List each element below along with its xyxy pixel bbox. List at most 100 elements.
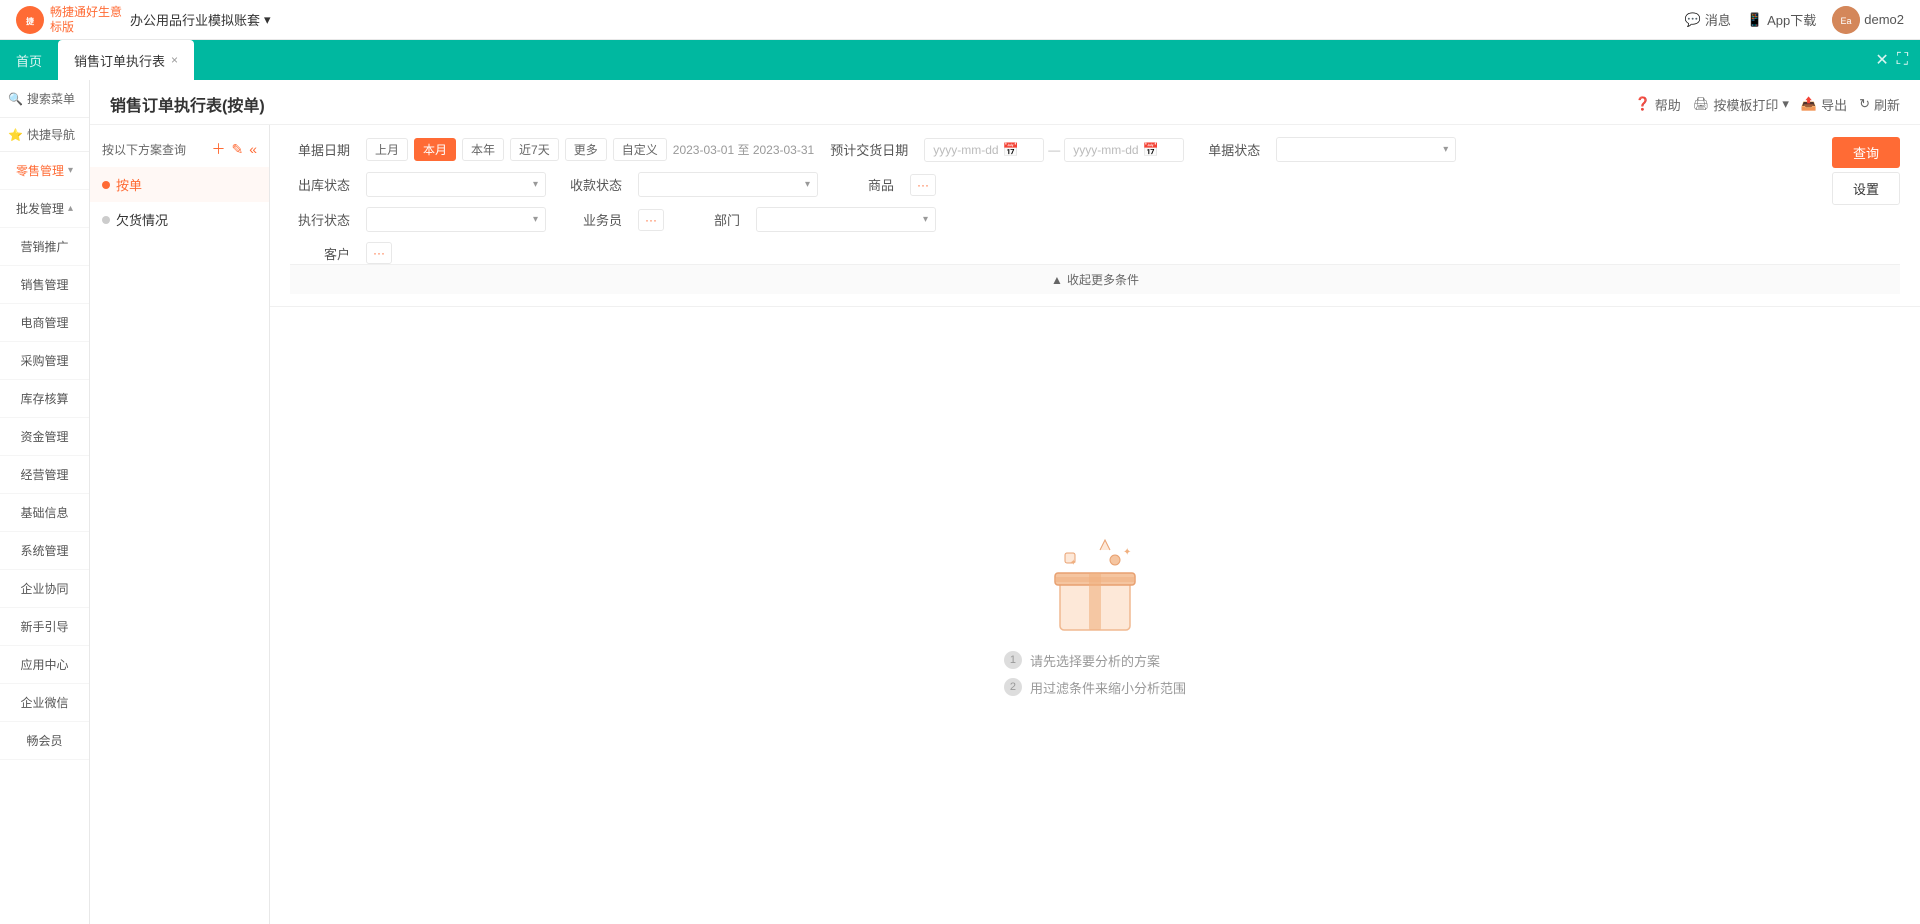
sidebar-item-operations[interactable]: 经营管理 bbox=[0, 456, 89, 494]
chevron-icon: ▴ bbox=[68, 203, 73, 214]
maximize-icon[interactable]: ⛶ bbox=[1897, 51, 1908, 69]
exec-select[interactable] bbox=[366, 207, 546, 232]
sidebar-item-ecommerce[interactable]: 电商管理 bbox=[0, 304, 89, 342]
preset-this-year[interactable]: 本年 bbox=[462, 138, 504, 161]
svg-text:✦: ✦ bbox=[1070, 558, 1077, 567]
chevron-down-icon: ▾ bbox=[264, 12, 271, 28]
logo-icon: 捷 bbox=[16, 6, 44, 34]
search-icon: 🔍 bbox=[8, 92, 23, 106]
sidebar-item-system[interactable]: 系统管理 bbox=[0, 532, 89, 570]
message-action[interactable]: 💬 消息 bbox=[1685, 10, 1731, 29]
collapse-btn[interactable]: ▲ 收起更多条件 bbox=[290, 264, 1900, 294]
help-icon: ❓ bbox=[1635, 96, 1651, 112]
avatar: Ea bbox=[1832, 6, 1860, 34]
industry-dropdown[interactable]: 办公用品行业模拟账套 ▾ bbox=[130, 10, 271, 29]
active-tab[interactable]: 销售订单执行表 × bbox=[58, 40, 194, 80]
collapse-scheme-icon[interactable]: « bbox=[249, 141, 257, 157]
exec-select-wrapper bbox=[366, 207, 546, 232]
add-scheme-icon[interactable]: ＋ bbox=[211, 139, 225, 159]
filter-and-query: 单据日期 上月 本月 本年 近7天 更多 自定义 2023-03-01 至 20… bbox=[290, 137, 1900, 264]
header-left: 捷 畅捷通好生意 标版 办公用品行业模拟账套 ▾ bbox=[16, 5, 271, 34]
step-num-2: 2 bbox=[1004, 678, 1022, 696]
preset-last-month[interactable]: 上月 bbox=[366, 138, 408, 161]
scheme-item-order[interactable]: 按单 bbox=[90, 167, 269, 202]
svg-text:✦: ✦ bbox=[1123, 547, 1131, 558]
home-tab[interactable]: 首页 bbox=[0, 40, 58, 80]
empty-step-2: 2 用过滤条件来缩小分析范围 bbox=[1004, 678, 1186, 697]
dept-select[interactable] bbox=[756, 207, 936, 232]
salesperson-ellipsis-btn[interactable]: ··· bbox=[638, 209, 664, 231]
goods-label: 商品 bbox=[834, 175, 894, 194]
logo-text: 畅捷通好生意 标版 bbox=[50, 5, 122, 34]
svg-text:Ea: Ea bbox=[1841, 16, 1852, 26]
close-window-icon[interactable]: ✕ bbox=[1875, 50, 1888, 70]
sidebar-item-wholesale[interactable]: 批发管理 ▴ bbox=[0, 190, 89, 228]
salesperson-label: 业务员 bbox=[562, 210, 622, 229]
query-buttons: 查询 设置 bbox=[1832, 137, 1900, 205]
sidebar-item-guide[interactable]: 新手引导 bbox=[0, 608, 89, 646]
refresh-btn[interactable]: ↻ 刷新 bbox=[1859, 95, 1900, 114]
expected-date-label: 预计交货日期 bbox=[830, 140, 908, 159]
date-group: 上月 本月 本年 近7天 更多 自定义 2023-03-01 至 2023-03… bbox=[366, 138, 814, 161]
sidebar-item-retail[interactable]: 零售管理 ▾ bbox=[0, 152, 89, 190]
query-button[interactable]: 查询 bbox=[1832, 137, 1900, 168]
sidebar-item-inventory[interactable]: 库存核算 bbox=[0, 380, 89, 418]
date-label: 单据日期 bbox=[290, 140, 350, 159]
dept-label: 部门 bbox=[680, 210, 740, 229]
chevron-icon: ▾ bbox=[68, 165, 73, 176]
inner-panel: 按以下方案查询 ＋ ✎ « 按单 欠货情况 bbox=[90, 125, 1920, 924]
sidebar-quick-nav[interactable]: ⭐ 快捷导航 bbox=[0, 118, 89, 152]
scheme-item-shortage[interactable]: 欠货情况 bbox=[90, 202, 269, 237]
preset-7days[interactable]: 近7天 bbox=[510, 138, 559, 161]
customer-label: 客户 bbox=[290, 244, 350, 263]
sidebar-item-corp-collab[interactable]: 企业协同 bbox=[0, 570, 89, 608]
collapse-up-icon: ▲ bbox=[1051, 273, 1063, 287]
expected-date-from[interactable]: yyyy-mm-dd 📅 bbox=[924, 138, 1044, 162]
tab-close-icon[interactable]: × bbox=[171, 53, 178, 67]
preset-custom[interactable]: 自定义 bbox=[613, 138, 667, 161]
header-right: 💬 消息 📱 App下载 Ea demo2 bbox=[1685, 6, 1904, 34]
export-btn[interactable]: 📤 导出 bbox=[1801, 95, 1847, 114]
scheme-dot-gray bbox=[102, 216, 110, 224]
download-icon: 📱 bbox=[1747, 12, 1763, 28]
filter-row-3: 执行状态 业务员 ··· 部门 bbox=[290, 207, 1820, 232]
status-label: 单据状态 bbox=[1200, 140, 1260, 159]
filter-row-4: 客户 ··· bbox=[290, 242, 1820, 264]
help-btn[interactable]: ❓ 帮助 bbox=[1635, 95, 1681, 114]
filter-row-2: 出库状态 收款状态 bbox=[290, 172, 1820, 197]
sidebar-item-purchase[interactable]: 采购管理 bbox=[0, 342, 89, 380]
status-select[interactable] bbox=[1276, 137, 1456, 162]
sidebar-item-corp-wechat[interactable]: 企业微信 bbox=[0, 684, 89, 722]
preset-this-month[interactable]: 本月 bbox=[414, 138, 456, 161]
sidebar-item-marketing[interactable]: 营销推广 bbox=[0, 228, 89, 266]
page-header: 销售订单执行表(按单) ❓ 帮助 🖨 按模板打印 ▾ 📤 导出 bbox=[90, 80, 1920, 125]
sidebar-item-app-center[interactable]: 应用中心 bbox=[0, 646, 89, 684]
cal-to-icon[interactable]: 📅 bbox=[1143, 142, 1159, 158]
date-sep: — bbox=[1048, 143, 1060, 157]
goods-ellipsis-btn[interactable]: ··· bbox=[910, 174, 936, 196]
edit-scheme-icon[interactable]: ✎ bbox=[231, 141, 243, 158]
sidebar-item-sales[interactable]: 销售管理 bbox=[0, 266, 89, 304]
filter-area: 单据日期 上月 本月 本年 近7天 更多 自定义 2023-03-01 至 20… bbox=[270, 125, 1920, 307]
template-print-btn[interactable]: 🖨 按模板打印 ▾ bbox=[1693, 95, 1789, 114]
customer-ellipsis-btn[interactable]: ··· bbox=[366, 242, 392, 264]
status-select-wrapper bbox=[1276, 137, 1456, 162]
sidebar-item-member[interactable]: 畅会员 bbox=[0, 722, 89, 760]
sidebar-search[interactable]: 🔍 搜索菜单 bbox=[0, 80, 89, 118]
sidebar-item-finance[interactable]: 资金管理 bbox=[0, 418, 89, 456]
scheme-panel-header: 按以下方案查询 ＋ ✎ « bbox=[90, 135, 269, 167]
preset-more[interactable]: 更多 bbox=[565, 138, 607, 161]
set-button[interactable]: 设置 bbox=[1832, 172, 1900, 205]
app-download-action[interactable]: 📱 App下载 bbox=[1747, 10, 1816, 29]
user-action[interactable]: Ea demo2 bbox=[1832, 6, 1904, 34]
delivery-label: 出库状态 bbox=[290, 175, 350, 194]
sidebar-item-basic-info[interactable]: 基础信息 bbox=[0, 494, 89, 532]
expected-date-to[interactable]: yyyy-mm-dd 📅 bbox=[1064, 138, 1184, 162]
cal-from-icon[interactable]: 📅 bbox=[1003, 142, 1019, 158]
main-layout: 🔍 搜索菜单 ⭐ 快捷导航 零售管理 ▾ 批发管理 ▴ 营销推广 销售管理 bbox=[0, 80, 1920, 924]
nav-tabs-bar: 首页 销售订单执行表 × ✕ ⛶ bbox=[0, 40, 1920, 80]
top-header: 捷 畅捷通好生意 标版 办公用品行业模拟账套 ▾ 💬 消息 📱 App下载 bbox=[0, 0, 1920, 40]
collection-select[interactable] bbox=[638, 172, 818, 197]
delivery-select[interactable] bbox=[366, 172, 546, 197]
svg-text:捷: 捷 bbox=[26, 16, 35, 26]
